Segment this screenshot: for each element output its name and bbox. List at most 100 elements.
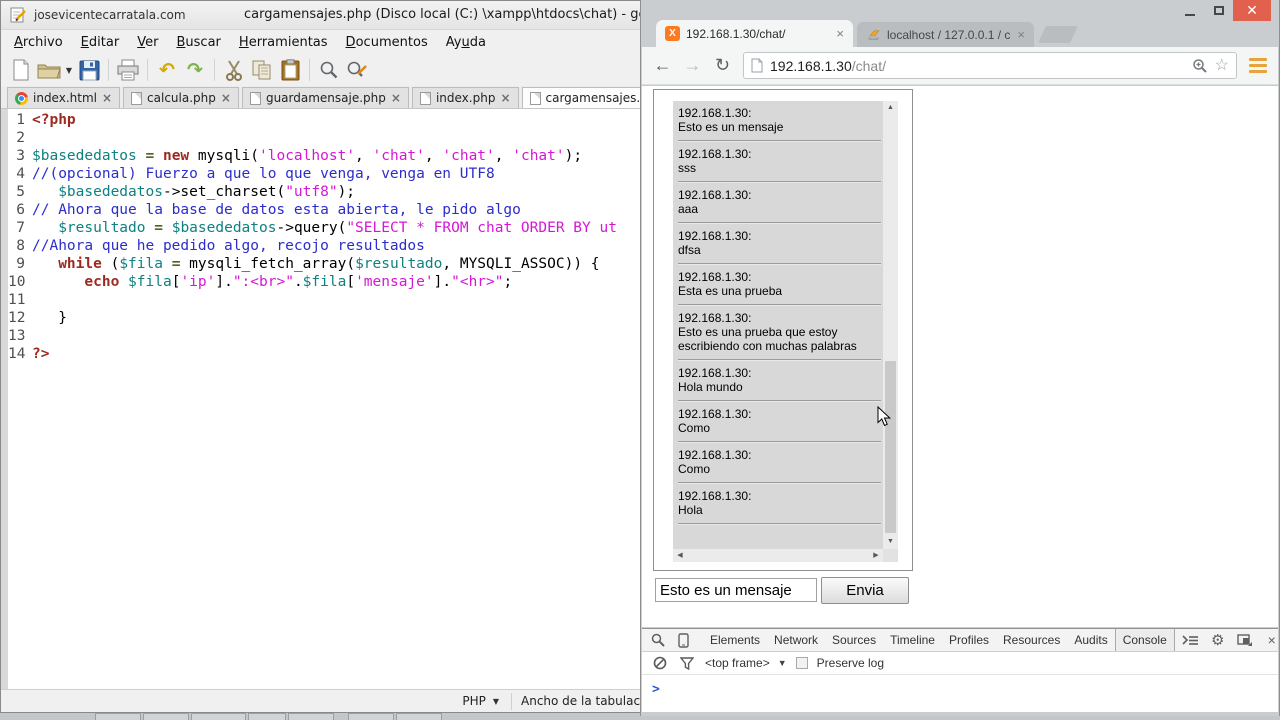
new-tab-button[interactable] [1038,26,1078,43]
taskbar-button[interactable] [191,713,246,720]
editor-titlebar[interactable]: josevicentecarratala.com cargamensajes.p… [1,1,640,30]
menu-editar[interactable]: Editar [72,32,129,53]
editor-tab[interactable]: index.php × [411,87,519,108]
inspect-element-icon[interactable] [649,631,667,649]
message-text: Como [678,462,711,476]
cut-button[interactable] [220,57,248,83]
redo-button[interactable]: ↷ [181,57,209,83]
vertical-scrollbar-thumb[interactable] [885,360,896,533]
clear-console-icon[interactable] [651,654,669,672]
menu-ayuda[interactable]: Ayuda [437,32,495,53]
messages-scroll-area[interactable]: 192.168.1.30: Esto es un mensaje 192.168.1… [673,101,898,562]
taskbar-button[interactable] [248,713,286,720]
message-ip: 192.168.1.30: [678,448,752,462]
tab-label: calcula.php [147,91,216,105]
code-token: , [355,148,373,164]
paste-button[interactable] [276,57,304,83]
code-editor[interactable]: 1 <?php 2 3 $basededatos = new mysqli('local… [1,109,640,689]
message-text: Hola [678,503,703,517]
taskbar-button[interactable] [348,713,394,720]
tab-close-icon[interactable]: × [221,91,231,105]
code-token: //Ahora que he pedido algo, recojo resul… [32,238,425,254]
save-button[interactable] [75,57,103,83]
minimize-button[interactable] [1175,0,1204,21]
browser-tab[interactable]: localhost / 127.0.0.1 / chat × [857,22,1034,47]
tab-width-selector[interactable]: Ancho de la tabulaci [512,694,640,708]
filter-icon[interactable] [678,654,696,672]
line-number: 9 [16,256,25,272]
taskbar-button[interactable] [288,713,334,720]
bookmark-star-icon[interactable]: ☆ [1215,57,1229,74]
omnibox[interactable]: 192.168.1.30/chat/ ☆ [743,52,1237,79]
search-button[interactable] [315,57,343,83]
reload-button[interactable]: ↻ [709,52,736,79]
scroll-up-arrow[interactable]: ▲ [883,101,898,115]
tab-close-icon[interactable]: × [836,26,844,41]
undo-button[interactable]: ↶ [153,57,181,83]
scroll-left-arrow[interactable]: ◀ [673,549,687,562]
line-number: 14 [8,346,26,362]
frame-selector[interactable]: <top frame> ▼ [705,656,787,670]
copy-button[interactable] [248,57,276,83]
scroll-down-arrow[interactable]: ▼ [883,535,898,549]
zoom-icon[interactable] [1192,58,1208,74]
new-document-button[interactable] [7,57,35,83]
scroll-right-arrow[interactable]: ▶ [869,549,883,562]
devtools-tab-audits[interactable]: Audits [1067,629,1114,651]
horizontal-scrollbar[interactable]: ◀ ▶ [673,549,883,562]
tab-close-icon[interactable]: × [1017,27,1025,42]
forward-icon: → [683,55,702,75]
device-mode-icon[interactable] [674,631,692,649]
devtools-tab-timeline[interactable]: Timeline [883,629,942,651]
search-replace-button[interactable] [343,57,371,83]
menu-documentos[interactable]: Documentos [337,32,437,53]
back-button[interactable]: ← [649,52,676,79]
close-button[interactable]: ✕ [1233,0,1271,21]
vertical-scrollbar[interactable]: ▲ ▼ [883,101,898,549]
print-button[interactable] [114,57,142,83]
code-token: = [154,220,163,236]
menu-archivo[interactable]: Archivo [5,32,72,53]
send-button[interactable]: Envia [821,577,909,604]
message-text: aaa [678,202,699,216]
devtools-tab-profiles[interactable]: Profiles [942,629,996,651]
editor-tab[interactable]: calcula.php × [123,87,239,108]
code-token: , MYSQLI_ASSOC)) { [442,256,600,272]
menu-buscar[interactable]: Buscar [167,32,229,53]
browser-menu-button[interactable] [1244,52,1271,79]
preserve-log-checkbox[interactable] [795,657,808,669]
hamburger-icon [1248,70,1267,73]
devtools-tab-sources[interactable]: Sources [825,629,883,651]
taskbar-button[interactable] [143,713,189,720]
devtools-tab-resources[interactable]: Resources [996,629,1067,651]
language-selector[interactable]: PHP ▼ [450,692,511,710]
tab-close-icon[interactable]: × [391,91,401,105]
devtools-tab-network[interactable]: Network [767,629,825,651]
editor-tab[interactable]: index.html × [7,87,121,108]
devtools-tab-console[interactable]: Console [1114,629,1175,651]
console-output[interactable]: > [642,675,1278,698]
browser-tab[interactable]: X 192.168.1.30/chat/ × [656,20,853,47]
taskbar-button[interactable] [95,713,141,720]
devtools-tab-elements[interactable]: Elements [703,629,767,651]
console-drawer-icon[interactable] [1182,631,1200,649]
devtools-close-icon[interactable]: × [1263,631,1280,649]
taskbar-button[interactable] [396,713,442,720]
back-icon: ← [653,55,672,75]
tab-close-icon[interactable]: × [102,91,112,105]
tab-close-icon[interactable]: × [500,91,510,105]
menu-herramientas[interactable]: Herramientas [230,32,337,53]
forward-button[interactable]: → [679,52,706,79]
code-token: //(opcional) Fuerzo a que lo que venga, … [32,166,495,182]
open-dropdown-arrow[interactable]: ▼ [63,57,75,83]
editor-tab[interactable]: guardamensaje.php × [241,87,409,108]
open-file-button[interactable] [35,57,63,83]
message-input[interactable] [655,578,817,602]
maximize-button[interactable] [1204,0,1233,21]
settings-gear-icon[interactable]: ⚙ [1209,631,1227,649]
dock-side-icon[interactable] [1236,631,1254,649]
hamburger-icon [1248,64,1267,67]
menu-ver[interactable]: Ver [128,32,167,53]
code-token: ]. [215,274,233,290]
